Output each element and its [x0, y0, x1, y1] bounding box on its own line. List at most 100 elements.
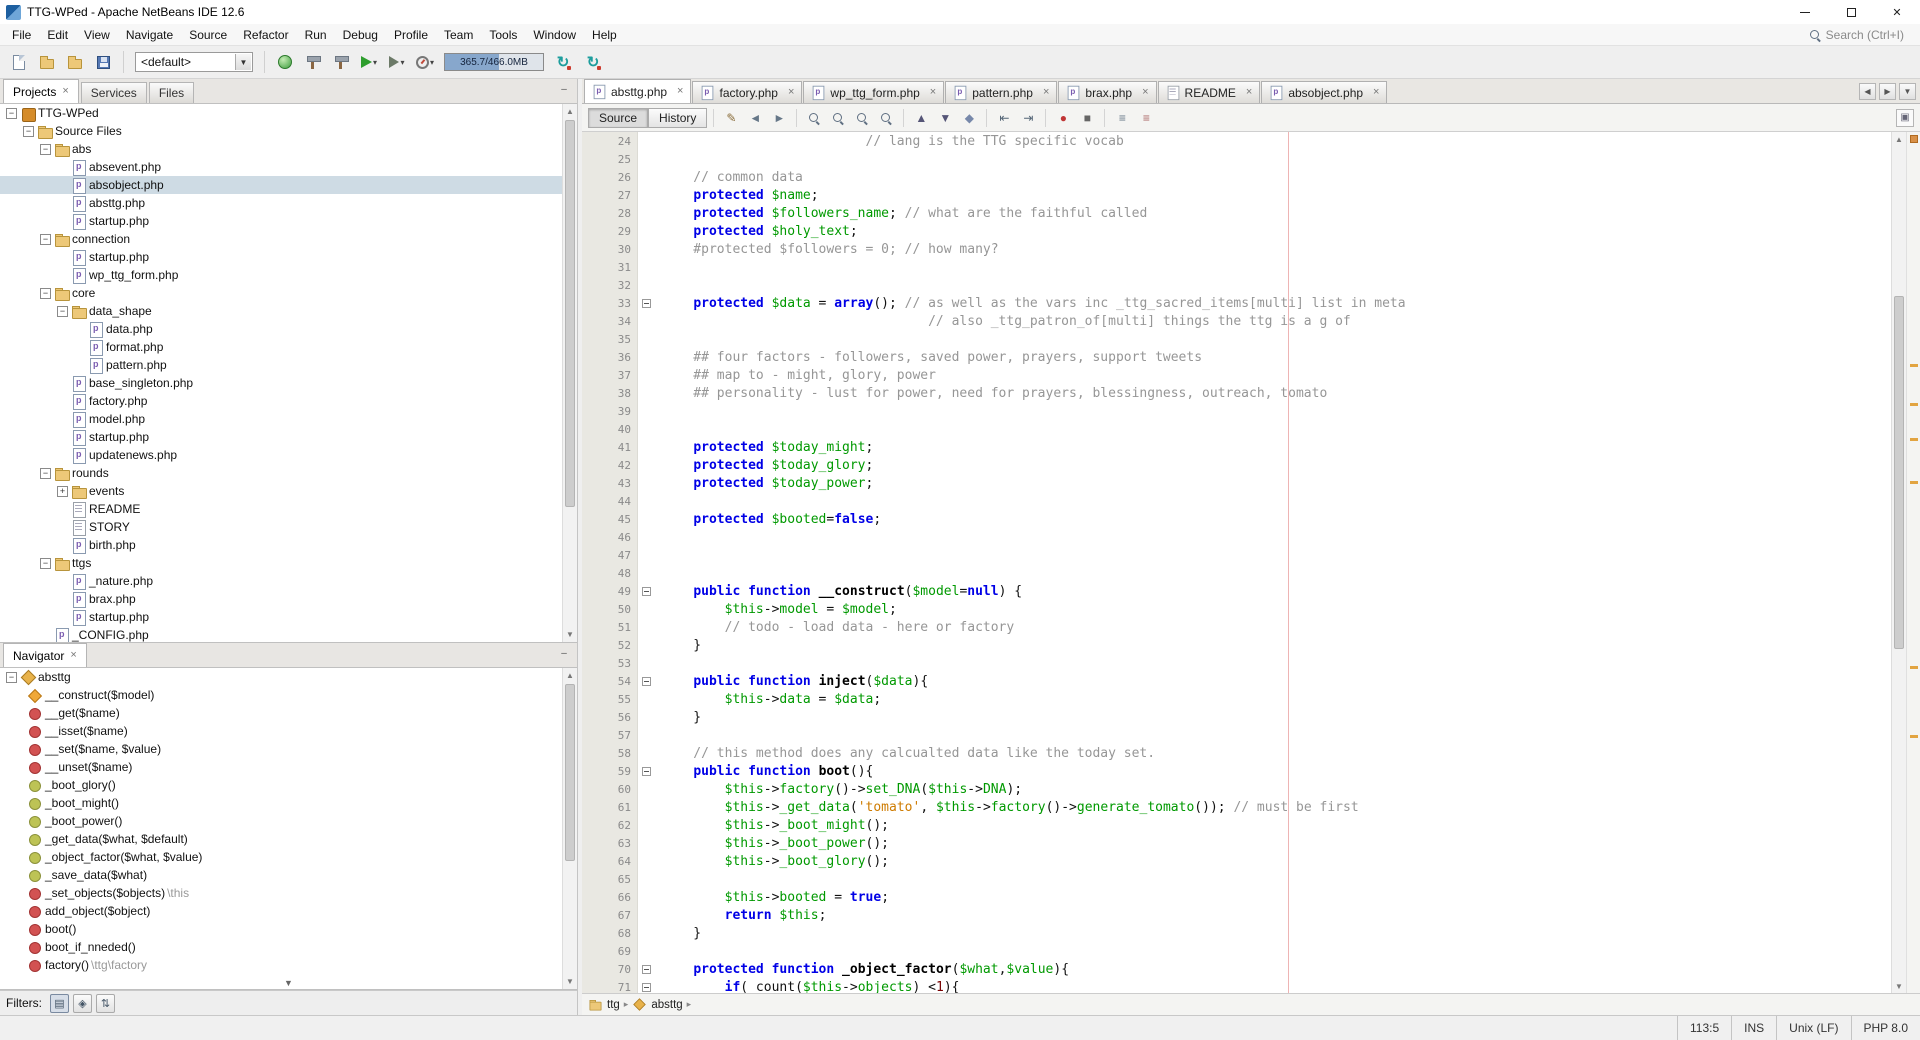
- stop-macro-icon[interactable]: ■: [1076, 107, 1098, 129]
- code-line-49[interactable]: 49 public function __construct($model=nu…: [582, 582, 1891, 600]
- navigator-member-boot-glory[interactable]: _boot_glory(): [0, 776, 577, 794]
- code-line-45[interactable]: 45 protected $booted=false;: [582, 510, 1891, 528]
- ide-status-icon[interactable]: [272, 49, 298, 75]
- menu-tools[interactable]: Tools: [481, 26, 525, 44]
- tree-item-nature-php[interactable]: _nature.php: [0, 572, 577, 590]
- navigator-member-boot[interactable]: boot(): [0, 920, 577, 938]
- jump-back-icon[interactable]: ◄: [744, 107, 766, 129]
- warning-mark[interactable]: [1910, 364, 1918, 368]
- code-line-57[interactable]: 57: [582, 726, 1891, 744]
- view-source-button[interactable]: Source: [588, 107, 649, 128]
- menu-edit[interactable]: Edit: [39, 26, 76, 44]
- warning-mark[interactable]: [1910, 480, 1918, 484]
- navigator-member-boot-if-nneded[interactable]: boot_if_nneded(): [0, 938, 577, 956]
- tree-item-story[interactable]: STORY: [0, 518, 577, 536]
- chevron-down-icon[interactable]: ▼: [235, 54, 251, 70]
- warning-mark[interactable]: [1910, 734, 1918, 738]
- code-line-39[interactable]: 39: [582, 402, 1891, 420]
- code-scroll[interactable]: 24 // lang is the TTG specific vocab 25 26…: [582, 132, 1891, 993]
- fold-collapse-icon[interactable]: [641, 586, 651, 596]
- profile-project-icon[interactable]: ▾: [412, 49, 438, 75]
- code-line-48[interactable]: 48: [582, 564, 1891, 582]
- code-line-43[interactable]: 43 protected $today_power;: [582, 474, 1891, 492]
- run-gc-2-icon[interactable]: ↻: [580, 49, 606, 75]
- memory-button[interactable]: 365.7/466.0MB: [444, 53, 544, 71]
- error-stripe[interactable]: [1906, 132, 1920, 993]
- menu-run[interactable]: Run: [297, 26, 335, 44]
- new-file-icon[interactable]: [6, 49, 32, 75]
- menu-profile[interactable]: Profile: [386, 26, 436, 44]
- code-line-70[interactable]: 70 protected function _object_factor($wh…: [582, 960, 1891, 978]
- tree-item-startup-php[interactable]: startup.php: [0, 428, 577, 446]
- code-line-50[interactable]: 50 $this->model = $model;: [582, 600, 1891, 618]
- code-line-53[interactable]: 53: [582, 654, 1891, 672]
- close-icon[interactable]: ×: [1142, 87, 1148, 98]
- collapse-icon[interactable]: −: [40, 557, 51, 569]
- opened-documents-icon[interactable]: ▼: [1899, 83, 1916, 100]
- tree-item-pattern-php[interactable]: pattern.php: [0, 356, 577, 374]
- tree-item-absobject-php[interactable]: absobject.php: [0, 176, 577, 194]
- navigator-member-set-name-value[interactable]: __set($name, $value): [0, 740, 577, 758]
- build-project-icon[interactable]: [300, 49, 326, 75]
- show-inherited-filter[interactable]: ▤: [50, 993, 69, 1013]
- tab-navigator[interactable]: Navigator ×: [3, 643, 87, 667]
- collapse-icon[interactable]: −: [40, 287, 51, 299]
- new-project-icon[interactable]: [34, 49, 60, 75]
- code-line-46[interactable]: 46: [582, 528, 1891, 546]
- fold-collapse-icon[interactable]: [641, 766, 651, 776]
- navigator-member-boot-power[interactable]: _boot_power(): [0, 812, 577, 830]
- navigator-member-get-data-what-default[interactable]: _get_data($what, $default): [0, 830, 577, 848]
- code-line-29[interactable]: 29 protected $holy_text;: [582, 222, 1891, 240]
- code-line-33[interactable]: 33 protected $data = array(); // as well…: [582, 294, 1891, 312]
- find-previous-icon[interactable]: [851, 107, 873, 129]
- scrollbar-thumb[interactable]: [565, 120, 575, 508]
- tree-item-startup-php[interactable]: startup.php: [0, 608, 577, 626]
- close-icon[interactable]: ×: [62, 86, 68, 97]
- code-line-65[interactable]: 65: [582, 870, 1891, 888]
- code-line-69[interactable]: 69: [582, 942, 1891, 960]
- editor-tab-wp-ttg-form-php[interactable]: wp_ttg_form.php ×: [803, 81, 945, 103]
- code-line-38[interactable]: 38 ## personality - lust for power, need…: [582, 384, 1891, 402]
- close-icon[interactable]: ✕: [1874, 0, 1920, 24]
- navigator-member-factory[interactable]: factory() \ttg\factory: [0, 956, 577, 974]
- sort-alphabetically-filter[interactable]: ⇅: [96, 993, 115, 1013]
- tree-item-rounds[interactable]: − rounds: [0, 464, 577, 482]
- code-line-26[interactable]: 26 // common data: [582, 168, 1891, 186]
- tree-item-absevent-php[interactable]: absevent.php: [0, 158, 577, 176]
- collapse-icon[interactable]: −: [57, 305, 68, 317]
- run-gc-icon[interactable]: ↻: [550, 49, 576, 75]
- code-line-58[interactable]: 58 // this method does any calcualted da…: [582, 744, 1891, 762]
- minimize-panel-icon[interactable]: –: [557, 85, 571, 97]
- menu-file[interactable]: File: [4, 26, 39, 44]
- code-line-41[interactable]: 41 protected $today_might;: [582, 438, 1891, 456]
- clean-build-project-icon[interactable]: [328, 49, 354, 75]
- tab-services[interactable]: Services: [80, 82, 147, 103]
- code-line-30[interactable]: 30 #protected $followers = 0; // how man…: [582, 240, 1891, 258]
- navigator-member-save-data-what[interactable]: _save_data($what): [0, 866, 577, 884]
- navigator-member-add-object-object[interactable]: add_object($object): [0, 902, 577, 920]
- close-icon[interactable]: ×: [1043, 87, 1049, 98]
- tree-item-data-shape[interactable]: − data_shape: [0, 302, 577, 320]
- code-line-40[interactable]: 40: [582, 420, 1891, 438]
- start-macro-icon[interactable]: ●: [1052, 107, 1074, 129]
- code-line-56[interactable]: 56 }: [582, 708, 1891, 726]
- find-selection-icon[interactable]: [803, 107, 825, 129]
- fold-collapse-icon[interactable]: [641, 298, 651, 308]
- tree-item-model-php[interactable]: model.php: [0, 410, 577, 428]
- menu-debug[interactable]: Debug: [335, 26, 386, 44]
- editor-tab-absttg-php[interactable]: absttg.php ×: [584, 79, 692, 103]
- navigator-member-get-name[interactable]: __get($name): [0, 704, 577, 722]
- projects-scrollbar[interactable]: ▲ ▼: [562, 104, 577, 642]
- navigator-scrollbar[interactable]: ▲ ▼: [562, 668, 577, 989]
- config-combobox[interactable]: <default> ▼: [135, 52, 253, 72]
- open-project-icon[interactable]: [62, 49, 88, 75]
- fold-collapse-icon[interactable]: [641, 982, 651, 992]
- code-line-68[interactable]: 68 }: [582, 924, 1891, 942]
- collapse-icon[interactable]: −: [40, 233, 51, 245]
- shift-left-icon[interactable]: ⇤: [993, 107, 1015, 129]
- code-line-71[interactable]: 71 if( count($this->objects) <1){: [582, 978, 1891, 994]
- code-line-54[interactable]: 54 public function inject($data){: [582, 672, 1891, 690]
- close-icon[interactable]: ×: [1246, 87, 1252, 98]
- scrollbar-thumb[interactable]: [1894, 295, 1904, 649]
- show-fields-filter[interactable]: ◈: [73, 993, 92, 1013]
